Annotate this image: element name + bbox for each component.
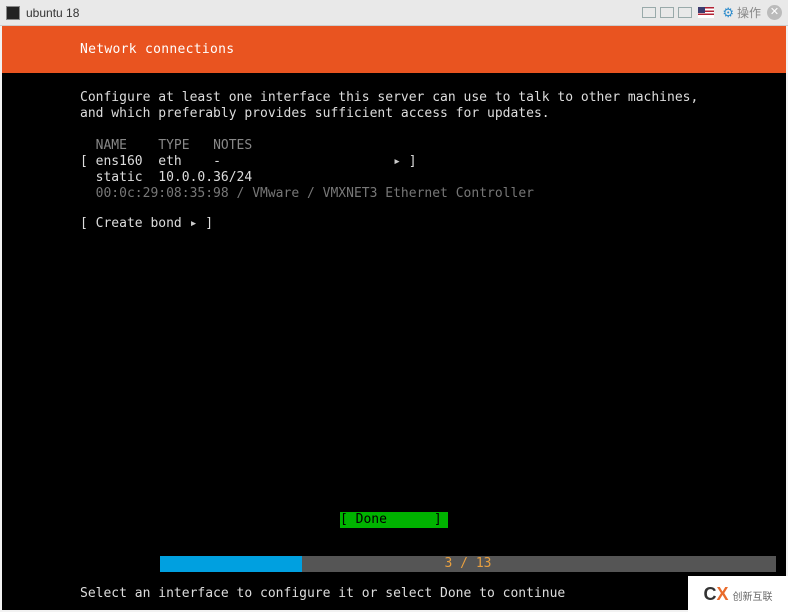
monitor-icon-1[interactable]: [642, 7, 656, 18]
done-button[interactable]: [ Done ]: [340, 512, 448, 528]
action-menu[interactable]: 操作: [737, 4, 761, 21]
progress-text: 3 / 13: [160, 556, 776, 572]
progress-bar: 3 / 13: [160, 556, 776, 572]
watermark-logo: CX 创新互联: [688, 576, 788, 612]
vm-icon: [6, 6, 20, 20]
monitor-icon-3[interactable]: [678, 7, 692, 18]
chevron-right-icon: ▸: [190, 216, 198, 231]
back-button[interactable]: [ Back ]: [340, 528, 448, 544]
instructions-text: Configure at least one interface this se…: [2, 73, 786, 122]
installer-header: Network connections: [2, 26, 786, 73]
installer-screen: Network connections Configure at least o…: [2, 26, 786, 610]
flag-us-icon[interactable]: [698, 7, 714, 18]
gear-icon[interactable]: ⚙: [722, 5, 734, 21]
vm-title: ubuntu 18: [26, 6, 79, 20]
interface-hardware: 00:0c:29:08:35:98 / VMware / VMXNET3 Eth…: [80, 186, 708, 202]
close-icon[interactable]: ✕: [767, 5, 782, 20]
footer-hint: Select an interface to configure it or s…: [2, 572, 786, 601]
interface-list: NAME TYPE NOTES [ ens160 eth - ▸ ] stati…: [2, 122, 786, 202]
chevron-right-icon: ▸: [393, 154, 401, 169]
interface-config: static 10.0.0.36/24: [80, 170, 708, 186]
window-titlebar: ubuntu 18 ⚙ 操作 ✕: [0, 0, 788, 26]
interface-row[interactable]: [ ens160 eth - ▸ ]: [80, 154, 708, 170]
page-title: Network connections: [80, 42, 234, 57]
monitor-icon-2[interactable]: [660, 7, 674, 18]
column-headers: NAME TYPE NOTES: [80, 138, 708, 154]
create-bond-button[interactable]: [ Create bond ▸ ]: [2, 202, 786, 231]
